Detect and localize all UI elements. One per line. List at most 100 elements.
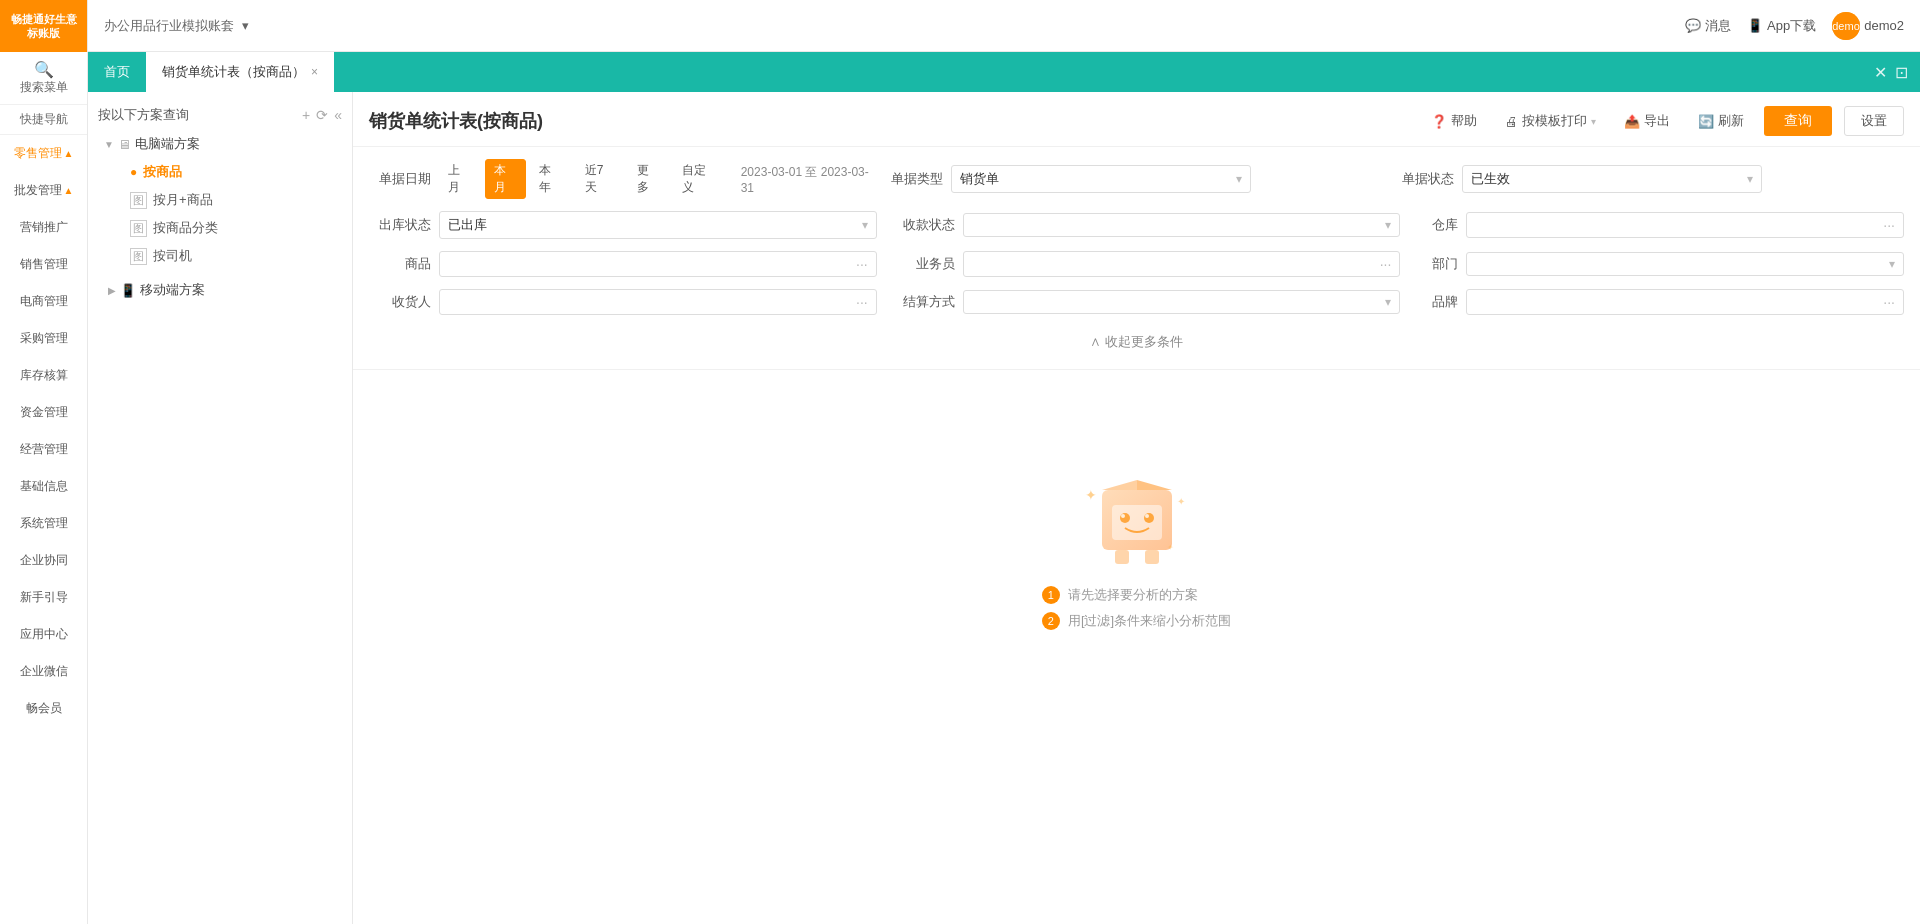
refresh-btn[interactable]: 🔄 刷新 bbox=[1690, 108, 1752, 134]
warehouse-status-value: 已出库 bbox=[448, 216, 487, 234]
sidebar-item-purchase[interactable]: 采购管理 bbox=[0, 320, 87, 357]
date-btn-this-year[interactable]: 本年 bbox=[530, 159, 572, 199]
wholesale-label: 批发管理 bbox=[14, 182, 62, 199]
sidebar-search[interactable]: 🔍 搜索菜单 bbox=[0, 52, 87, 105]
brand-input[interactable]: ··· bbox=[1466, 289, 1904, 315]
warehouse-status-dropdown: ▾ bbox=[862, 218, 868, 232]
export-btn[interactable]: 📤 导出 bbox=[1616, 108, 1678, 134]
app-download-btn[interactable]: 📱 App下载 bbox=[1747, 17, 1816, 35]
collapse-btn[interactable]: ∧ 收起更多条件 bbox=[369, 327, 1904, 357]
sidebar-item-basic[interactable]: 基础信息 bbox=[0, 468, 87, 505]
sidebar-item-system[interactable]: 系统管理 bbox=[0, 505, 87, 542]
product-filter: ··· bbox=[439, 251, 877, 277]
receiver-dots[interactable]: ··· bbox=[856, 294, 868, 310]
receiver-input[interactable]: ··· bbox=[439, 289, 877, 315]
tab-close-action[interactable]: ✕ bbox=[1874, 63, 1887, 82]
sidebar-item-marketing[interactable]: 营销推广 bbox=[0, 209, 87, 246]
mobile-scheme-header[interactable]: ▶ 📱 移动端方案 bbox=[98, 276, 352, 304]
svg-point-7 bbox=[1144, 513, 1154, 523]
settlement-input[interactable]: ▾ bbox=[963, 290, 1401, 314]
help-btn[interactable]: ❓ 帮助 bbox=[1423, 108, 1485, 134]
industry-dropdown[interactable]: ▾ bbox=[242, 18, 249, 33]
svg-text:✦: ✦ bbox=[1085, 487, 1097, 503]
sidebar-item-member[interactable]: 畅会员 bbox=[0, 690, 87, 727]
doc-type-dropdown-icon: ▾ bbox=[1236, 172, 1242, 186]
sidebar-item-retail[interactable]: 零售管理 ▲ bbox=[0, 135, 87, 172]
warehouse-dots[interactable]: ··· bbox=[1883, 217, 1895, 233]
settings-button[interactable]: 设置 bbox=[1844, 106, 1904, 136]
hint-1-num: 1 bbox=[1042, 586, 1060, 604]
scheme-item-by-month-product[interactable]: 图 按月+商品 bbox=[98, 186, 352, 214]
pc-scheme-header[interactable]: ▼ 🖥 电脑端方案 bbox=[98, 130, 352, 158]
sidebar-item-inventory[interactable]: 库存核算 bbox=[0, 357, 87, 394]
cashier-scheme-icon: 图 bbox=[130, 248, 147, 265]
sidebar-item-ecommerce[interactable]: 电商管理 bbox=[0, 283, 87, 320]
query-button[interactable]: 查询 bbox=[1764, 106, 1832, 136]
tab-sales-stats[interactable]: 销货单统计表（按商品） × bbox=[146, 52, 334, 92]
product-input[interactable]: ··· bbox=[439, 251, 877, 277]
print-btn[interactable]: 🖨 按模板打印 ▾ bbox=[1497, 108, 1604, 134]
doc-type-input[interactable]: 销货单 ▾ bbox=[951, 165, 1251, 193]
user-avatar-area[interactable]: demo demo2 bbox=[1832, 12, 1904, 40]
inner-layout: 按以下方案查询 + ⟳ « ▼ 🖥 电脑端方案 ● 按商品 bbox=[88, 92, 1920, 924]
empty-hint-2: 2 用[过滤]条件来缩小分析范围 bbox=[1042, 612, 1231, 630]
message-btn[interactable]: 💬 消息 bbox=[1685, 17, 1731, 35]
warehouse-filter: ··· bbox=[1466, 212, 1904, 238]
hint-1-text: 请先选择要分析的方案 bbox=[1068, 586, 1198, 604]
scheme-item-by-category[interactable]: 图 按商品分类 bbox=[98, 214, 352, 242]
tab-maximize-action[interactable]: ⊡ bbox=[1895, 63, 1908, 82]
sidebar-item-enterprise[interactable]: 企业协同 bbox=[0, 542, 87, 579]
sidebar-item-apps[interactable]: 应用中心 bbox=[0, 616, 87, 653]
sidebar-item-wechat[interactable]: 企业微信 bbox=[0, 653, 87, 690]
warehouse-input[interactable]: ··· bbox=[1466, 212, 1904, 238]
svg-rect-10 bbox=[1115, 550, 1129, 564]
payment-status-input[interactable]: ▾ bbox=[963, 213, 1401, 237]
marketing-label: 营销推广 bbox=[20, 219, 68, 236]
scheme-item-by-cashier[interactable]: 图 按司机 bbox=[98, 242, 352, 270]
svg-text:✦: ✦ bbox=[1177, 496, 1185, 507]
page-header: 销货单统计表(按商品) ❓ 帮助 🖨 按模板打印 ▾ 📤 导出 bbox=[353, 92, 1920, 147]
main-panel: 销货单统计表(按商品) ❓ 帮助 🖨 按模板打印 ▾ 📤 导出 bbox=[353, 92, 1920, 924]
hint-2-num: 2 bbox=[1042, 612, 1060, 630]
mobile-icon: 📱 bbox=[120, 283, 136, 298]
doc-status-input[interactable]: 已生效 ▾ bbox=[1462, 165, 1762, 193]
brand-dots[interactable]: ··· bbox=[1883, 294, 1895, 310]
date-range-text: 2023-03-01 至 2023-03-31 bbox=[741, 164, 881, 195]
product-dots[interactable]: ··· bbox=[856, 256, 868, 272]
warehouse-status-input[interactable]: 已出库 ▾ bbox=[439, 211, 877, 239]
sidebar-item-sales[interactable]: 销售管理 bbox=[0, 246, 87, 283]
app-icon: 📱 bbox=[1747, 18, 1763, 33]
add-scheme-icon[interactable]: + bbox=[302, 107, 310, 123]
date-btn-last-month[interactable]: 上月 bbox=[439, 159, 481, 199]
date-btn-custom[interactable]: 自定义 bbox=[673, 159, 726, 199]
scheme-item-by-category-label: 按商品分类 bbox=[153, 219, 218, 237]
retail-expand-arrow: ▲ bbox=[64, 148, 74, 159]
category-scheme-icon: 图 bbox=[130, 220, 147, 237]
refresh-scheme-icon[interactable]: ⟳ bbox=[316, 107, 328, 123]
enterprise-label: 企业协同 bbox=[20, 552, 68, 569]
svg-text:✦: ✦ bbox=[1167, 543, 1174, 552]
scheme-item-by-cashier-label: 按司机 bbox=[153, 247, 192, 265]
sidebar-item-newbie[interactable]: 新手引导 bbox=[0, 579, 87, 616]
date-label: 单据日期 bbox=[369, 170, 439, 188]
sales-label: 销售管理 bbox=[20, 256, 68, 273]
salesperson-input[interactable]: ··· bbox=[963, 251, 1401, 277]
salesperson-dots[interactable]: ··· bbox=[1380, 256, 1392, 272]
date-btn-more[interactable]: 更多 bbox=[628, 159, 670, 199]
dept-input[interactable]: ▾ bbox=[1466, 252, 1904, 276]
doc-type-value: 销货单 bbox=[960, 170, 999, 188]
tab-close-icon[interactable]: × bbox=[311, 65, 318, 79]
tab-home[interactable]: 首页 bbox=[88, 52, 146, 92]
sidebar-item-finance[interactable]: 资金管理 bbox=[0, 394, 87, 431]
sidebar-item-operation[interactable]: 经营管理 bbox=[0, 431, 87, 468]
scheme-item-by-product[interactable]: ● 按商品 bbox=[98, 158, 352, 186]
date-btn-this-month[interactable]: 本月 bbox=[485, 159, 527, 199]
tabbar: 首页 销货单统计表（按商品） × ✕ ⊡ bbox=[88, 52, 1920, 92]
filter-row-2: 出库状态 已出库 ▾ 收款状态 ▾ 仓库 bbox=[369, 211, 1904, 239]
quick-nav[interactable]: 快捷导航 bbox=[0, 105, 87, 135]
date-btn-7days[interactable]: 近7天 bbox=[576, 159, 624, 199]
svg-rect-5 bbox=[1112, 505, 1162, 540]
collapse-scheme-icon[interactable]: « bbox=[334, 107, 342, 123]
warehouse-status-label: 出库状态 bbox=[369, 216, 439, 234]
sidebar-item-wholesale[interactable]: 批发管理 ▲ bbox=[0, 172, 87, 209]
